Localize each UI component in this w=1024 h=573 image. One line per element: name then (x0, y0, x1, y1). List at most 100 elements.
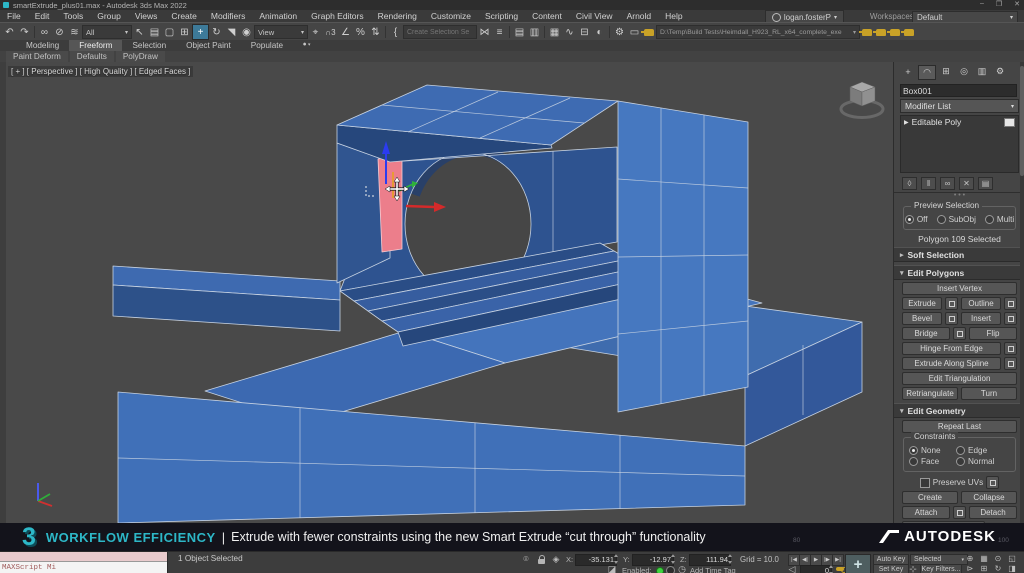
menu-arnold[interactable]: Arnold (620, 11, 659, 21)
outline-button[interactable]: Outline (961, 297, 1001, 310)
hierarchy-tab-icon[interactable]: ⊞ (938, 65, 954, 78)
menu-modifiers[interactable]: Modifiers (204, 11, 252, 21)
edit-triangulation-button[interactable]: Edit Triangulation (902, 372, 1017, 385)
make-unique-icon[interactable]: ∞ (940, 177, 955, 190)
maxscript-mini-listener[interactable]: MAXScript Mi (0, 552, 168, 573)
hinge-from-edge-button[interactable]: Hinge From Edge (902, 342, 1001, 355)
undo-icon[interactable]: ↶ (2, 25, 17, 39)
named-selection-sets-icon[interactable]: { (388, 25, 403, 39)
z-spinner[interactable] (728, 554, 733, 564)
selection-lock-icon[interactable] (538, 559, 545, 564)
reference-coordinate-dropdown[interactable]: View ▾ (254, 25, 308, 39)
viewport-label[interactable]: [ + ] [ Perspective ] [ High Quality ] [… (8, 66, 193, 77)
menu-civil-view[interactable]: Civil View (569, 11, 620, 21)
project-path-dropdown[interactable]: D:\Temp\Build Tests\Heimdall_H923_RL_x64… (656, 25, 860, 39)
extrude-settings-icon[interactable] (945, 297, 958, 310)
tab-populate[interactable]: Populate (241, 40, 293, 51)
preview-off-radio[interactable] (905, 215, 914, 224)
bridge-button[interactable]: Bridge (902, 327, 950, 340)
mute-toggle-icon[interactable] (666, 566, 675, 573)
subtab-polydraw[interactable]: PolyDraw (116, 51, 165, 62)
insert-settings-icon[interactable] (1004, 312, 1017, 325)
subtab-defaults[interactable]: Defaults (70, 51, 114, 62)
configure-modifier-sets-icon[interactable]: ▤ (978, 177, 993, 190)
select-and-scale-icon[interactable]: ◥ (224, 25, 239, 39)
bind-spacewarp-icon[interactable]: ≋ (67, 25, 82, 39)
tab-selection[interactable]: Selection (122, 40, 176, 51)
pan-icon[interactable]: ⊳ (964, 564, 976, 573)
create-tab-icon[interactable]: + (900, 65, 916, 78)
modifier-stack[interactable]: ▶ Editable Poly (900, 115, 1019, 173)
extrude-along-spline-button[interactable]: Extrude Along Spline (902, 357, 1001, 370)
frame-spinner[interactable] (829, 565, 834, 573)
scene-explorer-icon[interactable]: ▤ (512, 25, 527, 39)
maximize-viewport-icon[interactable]: ◨ (1006, 564, 1018, 573)
menu-animation[interactable]: Animation (252, 11, 304, 21)
preview-multi-radio[interactable] (985, 215, 994, 224)
window-crossing-icon[interactable]: ⊞ (177, 25, 192, 39)
preserve-uvs-settings-icon[interactable] (986, 476, 999, 489)
retriangulate-button[interactable]: Retriangulate (902, 387, 958, 400)
outline-settings-icon[interactable] (1004, 297, 1017, 310)
menu-scripting[interactable]: Scripting (478, 11, 525, 21)
select-and-move-icon[interactable]: + (192, 24, 209, 40)
key-filters-button[interactable]: Key Filters... (920, 564, 962, 573)
menu-views[interactable]: Views (128, 11, 165, 21)
select-and-rotate-icon[interactable]: ↻ (209, 25, 224, 39)
macro-recorder-pane[interactable] (0, 552, 167, 562)
display-tab-icon[interactable]: ▥ (974, 65, 990, 78)
turn-button[interactable]: Turn (961, 387, 1017, 400)
field-of-view-icon[interactable]: ◱ (1006, 554, 1018, 563)
stack-item-editable-poly[interactable]: ▶ Editable Poly (901, 116, 1018, 128)
bridge-settings-icon[interactable] (953, 327, 966, 340)
mirror-icon[interactable]: ⋈ (477, 25, 492, 39)
menu-content[interactable]: Content (525, 11, 569, 21)
render-preset-2-icon[interactable] (876, 29, 886, 36)
unlink-icon[interactable]: ⊘ (52, 25, 67, 39)
rollout-soft-selection[interactable]: ▸ Soft Selection (894, 247, 1024, 262)
zoom-all-icon[interactable]: ▦ (978, 554, 990, 563)
object-name-field[interactable] (900, 84, 1017, 97)
schematic-view-icon[interactable]: ⊟ (577, 25, 592, 39)
character-icon[interactable]: ⊹ (908, 564, 918, 573)
tab-modeling[interactable]: Modeling (16, 40, 69, 51)
menu-tools[interactable]: Tools (56, 11, 90, 21)
menu-group[interactable]: Group (90, 11, 128, 21)
create-key-button[interactable]: + (845, 554, 871, 573)
zoom-icon[interactable]: ⊕ (964, 554, 976, 563)
select-object-icon[interactable]: ↖ (132, 25, 147, 39)
maximize-button[interactable]: ❐ (996, 0, 1002, 8)
modify-tab-icon[interactable]: ◠ (918, 65, 936, 80)
layer-explorer-icon[interactable]: ▥ (527, 25, 542, 39)
show-end-result-icon[interactable]: ‖ (921, 177, 936, 190)
rectangular-selection-icon[interactable]: ▢ (162, 25, 177, 39)
rollout-edit-geometry[interactable]: ▾ Edit Geometry (894, 403, 1024, 418)
render-icon[interactable] (644, 29, 654, 36)
render-preset-1-icon[interactable] (862, 29, 872, 36)
sound-toggle-icon[interactable]: ◁ (786, 564, 798, 573)
create-button[interactable]: Create (902, 491, 958, 504)
add-time-tag[interactable]: Add Time Tag (690, 566, 736, 573)
bevel-button[interactable]: Bevel (902, 312, 942, 325)
panel-scrollbar[interactable] (1020, 62, 1024, 523)
spinner-snap-icon[interactable]: ⇅ (368, 25, 383, 39)
percent-snap-icon[interactable]: % (353, 25, 368, 39)
modifier-list-dropdown[interactable]: Modifier List ▾ (900, 99, 1019, 113)
align-icon[interactable]: ≡ (492, 25, 507, 39)
bevel-settings-icon[interactable] (945, 312, 958, 325)
snaps-toggle-icon[interactable]: ∩3 (323, 25, 338, 39)
current-frame-field[interactable] (800, 565, 832, 573)
preserve-uvs-checkbox[interactable] (920, 478, 930, 488)
menu-rendering[interactable]: Rendering (371, 11, 424, 21)
redo-icon[interactable]: ↷ (17, 25, 32, 39)
render-preset-4-icon[interactable] (904, 29, 914, 36)
collapse-button[interactable]: Collapse (961, 491, 1017, 504)
minimize-button[interactable]: – (980, 0, 984, 8)
angle-snap-icon[interactable]: ∠ (338, 25, 353, 39)
render-preset-3-icon[interactable] (890, 29, 900, 36)
tab-freeform[interactable]: Freeform (69, 40, 122, 51)
y-coordinate-field[interactable] (632, 554, 674, 566)
constraint-none-radio[interactable] (909, 446, 918, 455)
remove-modifier-icon[interactable]: ✕ (959, 177, 974, 190)
perspective-viewport[interactable]: [ + ] [ Perspective ] [ High Quality ] [… (0, 62, 893, 523)
